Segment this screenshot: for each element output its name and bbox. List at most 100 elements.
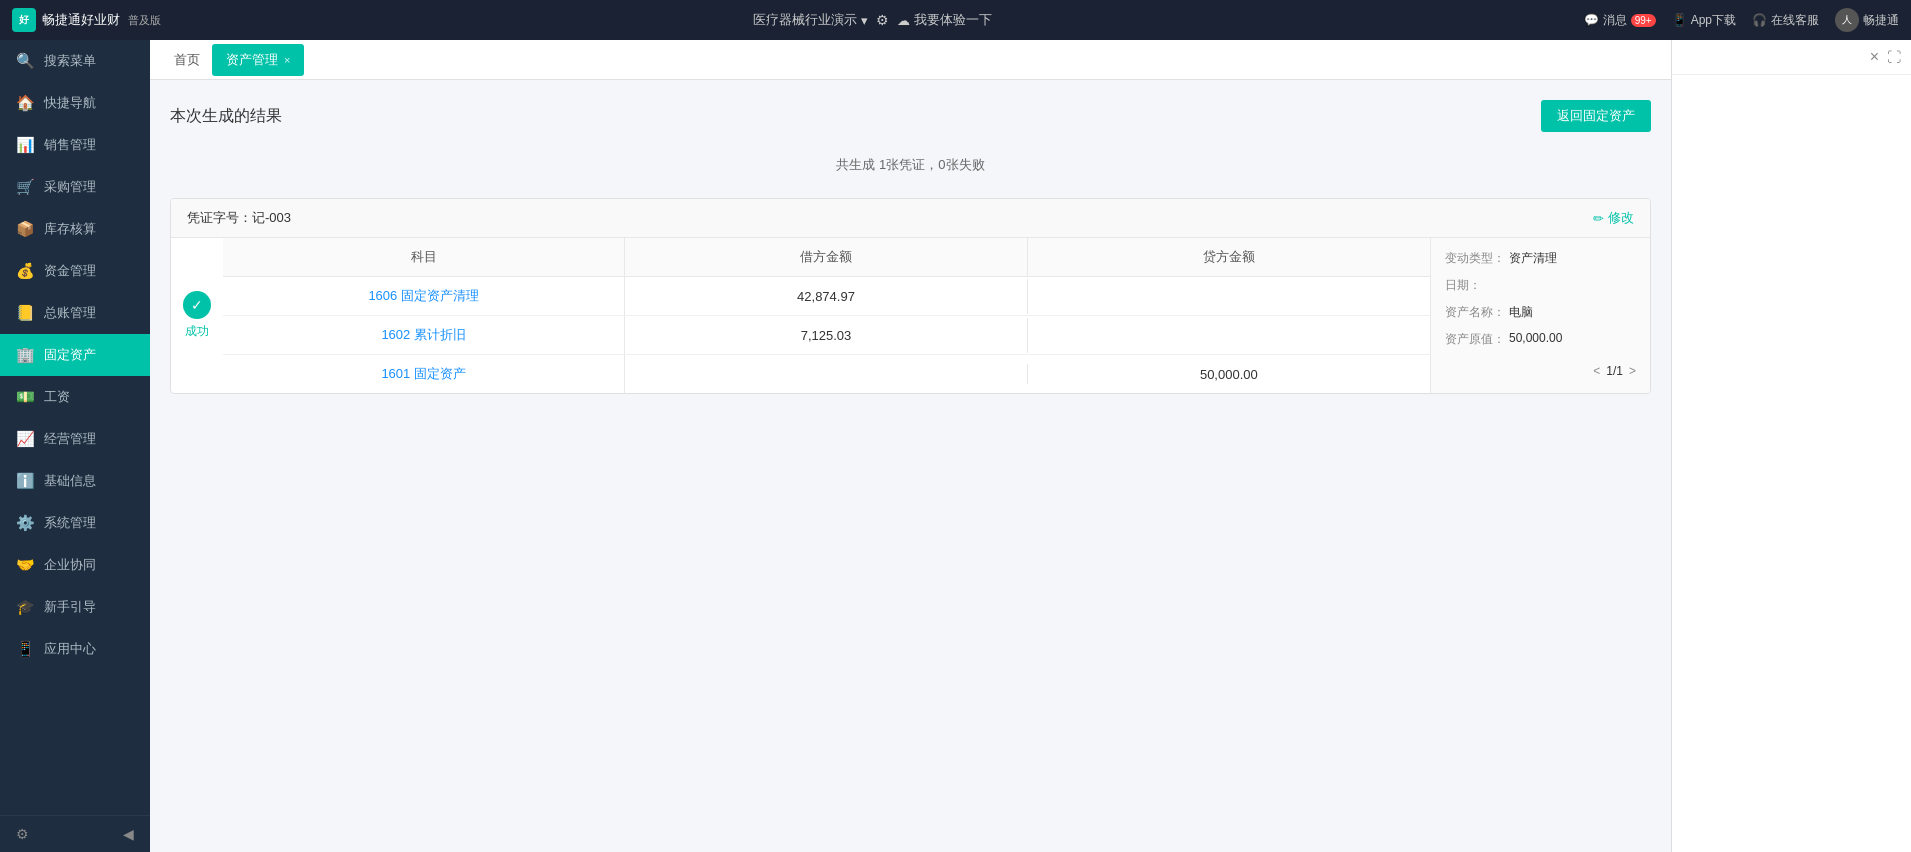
sidebar-item-guide[interactable]: 🎓 新手引导 (0, 586, 150, 628)
credit-cell-1 (1028, 325, 1430, 345)
checkmark-icon: ✓ (191, 297, 203, 313)
table-body: 1606 固定资产清理 42,874.97 1602 累计折旧 (223, 277, 1430, 393)
subject-cell-2[interactable]: 1601 固定资产 (223, 355, 625, 393)
debit-value-0: 42,874.97 (797, 289, 855, 304)
online-service-label: 在线客服 (1771, 12, 1819, 29)
tab-home[interactable]: 首页 (166, 51, 208, 69)
edit-icon: ✏ (1593, 211, 1604, 226)
sidebar-label-ledger: 总账管理 (44, 304, 96, 322)
col-subject-label: 科目 (411, 249, 437, 264)
system-icon: ⚙️ (16, 514, 34, 532)
asset-value-value: 50,000.00 (1509, 331, 1562, 345)
experience-button[interactable]: ☁ 我要体验一下 (897, 11, 992, 29)
return-button[interactable]: 返回固定资产 (1541, 100, 1651, 132)
sidebar-item-search[interactable]: 🔍 搜索菜单 (0, 40, 150, 82)
summary-text: 共生成 1张凭证，0张失败 (836, 157, 984, 172)
header-left: 好 畅捷通好业财 普及版 (12, 8, 161, 32)
ledger-icon: 📒 (16, 304, 34, 322)
sidebar-label-operations: 经营管理 (44, 430, 96, 448)
sidebar-item-ledger[interactable]: 📒 总账管理 (0, 292, 150, 334)
page-indicator: 1/1 (1606, 364, 1623, 378)
table-row: 1601 固定资产 50,000.00 (223, 355, 1430, 393)
edit-button[interactable]: ✏ 修改 (1593, 209, 1634, 227)
user-action[interactable]: 人 畅捷通 (1835, 8, 1899, 32)
sidebar-label-purchase: 采购管理 (44, 178, 96, 196)
cloud-icon: ☁ (897, 13, 910, 28)
sidebar-item-app-center[interactable]: 📱 应用中心 (0, 628, 150, 670)
tab-asset-mgmt[interactable]: 资产管理 × (212, 44, 304, 76)
sidebar-item-fixed-assets[interactable]: 🏢 固定资产 (0, 334, 150, 376)
edit-label: 修改 (1608, 209, 1634, 227)
credit-value-2: 50,000.00 (1200, 367, 1258, 382)
sidebar-collapse-icon[interactable]: ◀ (123, 826, 134, 842)
sidebar-label-guide: 新手引导 (44, 598, 96, 616)
content-area: 首页 资产管理 × 本次生成的结果 返回固定资产 共生成 1张凭证，0张失败 凭… (150, 40, 1671, 852)
col-header-subject: 科目 (223, 238, 625, 276)
table-with-icon: ✓ 成功 科目 借方金额 (171, 238, 1430, 393)
subject-cell-0[interactable]: 1606 固定资产清理 (223, 277, 625, 315)
pagination-row: < 1/1 > (1445, 364, 1636, 378)
sidebar-footer: ⚙ ◀ (0, 815, 150, 852)
panel-expand-button[interactable]: ⛶ (1887, 49, 1901, 65)
credit-cell-0 (1028, 286, 1430, 306)
debit-value-1: 7,125.03 (801, 328, 852, 343)
enterprise-icon: 🤝 (16, 556, 34, 574)
company-selector[interactable]: 医疗器械行业演示 ▾ (753, 11, 868, 29)
settings-icon[interactable]: ⚙ (876, 12, 889, 28)
subject-cell-1[interactable]: 1602 累计折旧 (223, 316, 625, 354)
sidebar-label-search: 搜索菜单 (44, 52, 96, 70)
prev-page-icon[interactable]: < (1593, 364, 1600, 378)
panel-close-button[interactable]: × (1870, 48, 1879, 66)
sidebar-label-inventory: 库存核算 (44, 220, 96, 238)
subject-value-2: 1601 固定资产 (381, 366, 466, 381)
sidebar-item-quick-nav[interactable]: 🏠 快捷导航 (0, 82, 150, 124)
col-debit-label: 借方金额 (800, 249, 852, 264)
summary-bar: 共生成 1张凭证，0张失败 (170, 148, 1651, 182)
footer-settings-icon[interactable]: ⚙ (16, 826, 29, 842)
app-center-icon: 📱 (16, 640, 34, 658)
sidebar-item-finance[interactable]: 💰 资金管理 (0, 250, 150, 292)
sidebar-item-inventory[interactable]: 📦 库存核算 (0, 208, 150, 250)
sidebar-item-enterprise[interactable]: 🤝 企业协同 (0, 544, 150, 586)
change-type-row: 变动类型： 资产清理 (1445, 250, 1636, 267)
next-page-icon[interactable]: > (1629, 364, 1636, 378)
credit-cell-2: 50,000.00 (1028, 357, 1430, 392)
date-label: 日期： (1445, 277, 1481, 294)
main-layout: 🔍 搜索菜单 🏠 快捷导航 📊 销售管理 🛒 采购管理 📦 库存核算 💰 (0, 40, 1911, 852)
sidebar-item-operations[interactable]: 📈 经营管理 (0, 418, 150, 460)
voucher-card: 凭证字号：记-003 ✏ 修改 ✓ (170, 198, 1651, 394)
sidebar-label-quick-nav: 快捷导航 (44, 94, 96, 112)
table-row: 1606 固定资产清理 42,874.97 (223, 277, 1430, 316)
avatar: 人 (1835, 8, 1859, 32)
detail-panel-header: × ⛶ (1672, 40, 1911, 75)
date-row: 日期： (1445, 277, 1636, 294)
page-content: 本次生成的结果 返回固定资产 共生成 1张凭证，0张失败 凭证字号：记-003 … (150, 80, 1671, 852)
table-header: 科目 借方金额 贷方金额 (223, 238, 1430, 277)
online-service-action[interactable]: 🎧 在线客服 (1752, 12, 1819, 29)
col-header-debit: 借方金额 (625, 238, 1027, 276)
table-row: 1602 累计折旧 7,125.03 (223, 316, 1430, 355)
logo-icon: 好 (12, 8, 36, 32)
change-type-label: 变动类型： (1445, 250, 1505, 267)
debit-cell-0: 42,874.97 (625, 279, 1027, 314)
right-panel: 变动类型： 资产清理 日期： 资产名称： 电脑 资产原值： (1430, 238, 1650, 393)
sidebar-label-fixed-assets: 固定资产 (44, 346, 96, 364)
change-type-value: 资产清理 (1509, 250, 1557, 267)
chevron-down-icon: ▾ (861, 13, 868, 28)
message-badge: 99+ (1631, 14, 1656, 27)
sidebar-item-purchase[interactable]: 🛒 采购管理 (0, 166, 150, 208)
sidebar-item-payroll[interactable]: 💵 工资 (0, 376, 150, 418)
message-action[interactable]: 💬 消息 99+ (1584, 12, 1656, 29)
app-download-action[interactable]: 📱 App下载 (1672, 12, 1736, 29)
col-header-credit: 贷方金额 (1028, 238, 1430, 276)
voucher-header: 凭证字号：记-003 ✏ 修改 (171, 199, 1650, 238)
sidebar-label-sales: 销售管理 (44, 136, 96, 154)
header-right: 💬 消息 99+ 📱 App下载 🎧 在线客服 人 畅捷通 (1584, 8, 1899, 32)
sidebar-item-system[interactable]: ⚙️ 系统管理 (0, 502, 150, 544)
sidebar-item-sales[interactable]: 📊 销售管理 (0, 124, 150, 166)
tab-close-icon[interactable]: × (284, 54, 290, 66)
sidebar-label-basic-info: 基础信息 (44, 472, 96, 490)
edition-badge: 普及版 (128, 13, 161, 28)
sidebar-item-basic-info[interactable]: ℹ️ 基础信息 (0, 460, 150, 502)
company-name: 医疗器械行业演示 (753, 11, 857, 29)
